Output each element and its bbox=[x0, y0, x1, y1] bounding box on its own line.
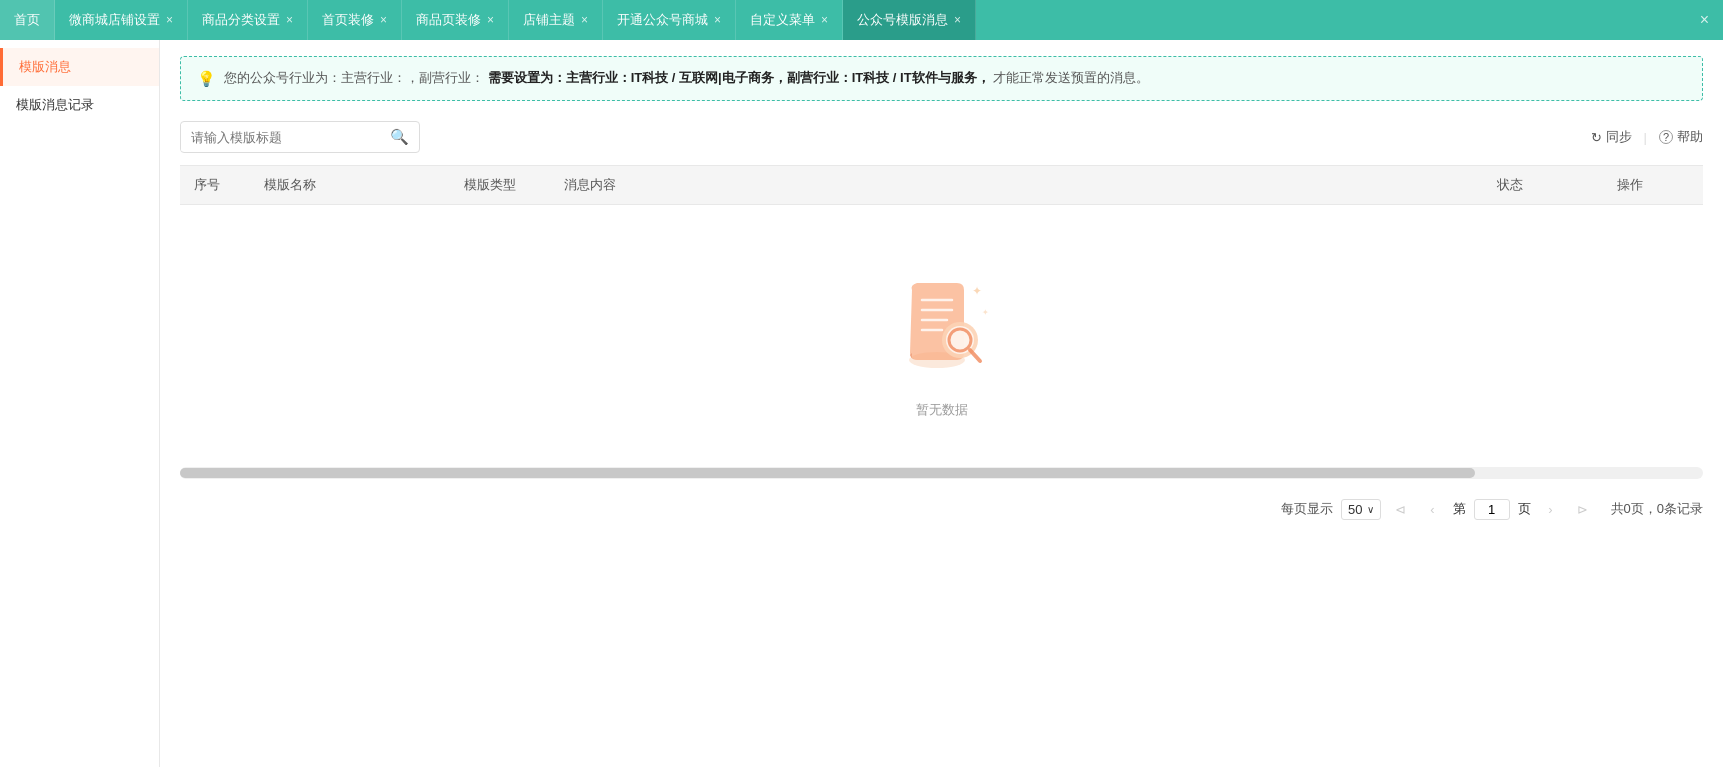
nav-tab-template-msg-label: 公众号模版消息 bbox=[857, 11, 948, 29]
svg-line-8 bbox=[970, 350, 980, 361]
col-header-content: 消息内容 bbox=[550, 166, 1483, 205]
page-prefix: 第 bbox=[1453, 500, 1466, 518]
main-layout: 模版消息 模版消息记录 💡 您的公众号行业为：主营行业：，副营行业： 需要设置为… bbox=[0, 40, 1723, 767]
nav-tab-home-decor-close[interactable]: × bbox=[380, 13, 387, 27]
nav-tab-shop-settings-label: 微商城店铺设置 bbox=[69, 11, 160, 29]
sidebar-item-template-msg[interactable]: 模版消息 bbox=[0, 48, 159, 86]
nav-tab-category-settings-close[interactable]: × bbox=[286, 13, 293, 27]
notice-suffix: 才能正常发送预置的消息。 bbox=[993, 70, 1149, 85]
pagination-total: 共0页，0条记录 bbox=[1611, 500, 1703, 518]
sidebar-item-template-msg-label: 模版消息 bbox=[19, 59, 71, 74]
sync-button[interactable]: ↻ 同步 bbox=[1591, 128, 1632, 146]
sync-label: 同步 bbox=[1606, 128, 1632, 146]
page-size-value: 50 bbox=[1348, 502, 1362, 517]
current-page-input[interactable] bbox=[1474, 499, 1510, 520]
nav-tab-category-settings-label: 商品分类设置 bbox=[202, 11, 280, 29]
notice-icon: 💡 bbox=[197, 70, 216, 88]
notice-highlight: 需要设置为：主营行业：IT科技 / 互联网|电子商务，副营行业：IT科技 / I… bbox=[488, 70, 990, 85]
toolbar-right: ↻ 同步 | ? 帮助 bbox=[1591, 128, 1703, 146]
notice-banner: 💡 您的公众号行业为：主营行业：，副营行业： 需要设置为：主营行业：IT科技 /… bbox=[180, 56, 1703, 101]
horizontal-scrollbar[interactable] bbox=[180, 467, 1703, 479]
notice-text: 您的公众号行业为：主营行业：，副营行业： 需要设置为：主营行业：IT科技 / 互… bbox=[224, 69, 1149, 87]
nav-tab-home-decor-label: 首页装修 bbox=[322, 11, 374, 29]
col-header-seq: 序号 bbox=[180, 166, 250, 205]
nav-tab-template-msg[interactable]: 公众号模版消息 × bbox=[843, 0, 976, 40]
help-label: 帮助 bbox=[1677, 128, 1703, 146]
nav-tab-open-mall-close[interactable]: × bbox=[714, 13, 721, 27]
empty-text: 暂无数据 bbox=[916, 401, 968, 419]
nav-tab-shop-settings[interactable]: 微商城店铺设置 × bbox=[55, 0, 188, 40]
next-page-button[interactable]: › bbox=[1539, 497, 1563, 521]
col-header-type: 模版类型 bbox=[450, 166, 550, 205]
empty-state-row: ✦ ✦ 暂无数据 bbox=[180, 205, 1703, 460]
nav-tab-home-label: 首页 bbox=[14, 11, 40, 29]
empty-state: ✦ ✦ 暂无数据 bbox=[180, 205, 1703, 459]
page-size-label: 每页显示 bbox=[1281, 500, 1333, 518]
nav-tab-category-settings[interactable]: 商品分类设置 × bbox=[188, 0, 308, 40]
page-size-select[interactable]: 50 ∨ bbox=[1341, 499, 1380, 520]
notice-prefix: 您的公众号行业为：主营行业：，副营行业： bbox=[224, 70, 484, 85]
col-header-name: 模版名称 bbox=[250, 166, 450, 205]
nav-tab-product-decor[interactable]: 商品页装修 × bbox=[402, 0, 509, 40]
empty-state-icon: ✦ ✦ bbox=[882, 265, 1002, 385]
nav-tab-store-theme-label: 店铺主题 bbox=[523, 11, 575, 29]
nav-tab-custom-menu-close[interactable]: × bbox=[821, 13, 828, 27]
nav-tab-product-decor-close[interactable]: × bbox=[487, 13, 494, 27]
nav-tab-store-theme[interactable]: 店铺主题 × bbox=[509, 0, 603, 40]
nav-tab-custom-menu[interactable]: 自定义菜单 × bbox=[736, 0, 843, 40]
prev-page-button[interactable]: ‹ bbox=[1421, 497, 1445, 521]
svg-text:✦: ✦ bbox=[982, 308, 989, 317]
content-area: 💡 您的公众号行业为：主营行业：，副营行业： 需要设置为：主营行业：IT科技 /… bbox=[160, 40, 1723, 767]
nav-tab-home-decor[interactable]: 首页装修 × bbox=[308, 0, 402, 40]
page-unit: 页 bbox=[1518, 500, 1531, 518]
search-bar: 🔍 ↻ 同步 | ? 帮助 bbox=[180, 121, 1703, 153]
sidebar: 模版消息 模版消息记录 bbox=[0, 40, 160, 767]
sidebar-item-template-msg-record-label: 模版消息记录 bbox=[16, 97, 94, 112]
help-button[interactable]: ? 帮助 bbox=[1659, 128, 1703, 146]
nav-tab-open-mall-label: 开通公众号商城 bbox=[617, 11, 708, 29]
first-page-button[interactable]: ⊲ bbox=[1389, 497, 1413, 521]
toolbar-divider: | bbox=[1644, 130, 1647, 145]
sync-icon: ↻ bbox=[1591, 130, 1602, 145]
search-input[interactable] bbox=[181, 124, 380, 151]
nav-tab-template-msg-close[interactable]: × bbox=[954, 13, 961, 27]
search-input-wrap: 🔍 bbox=[180, 121, 420, 153]
scrollbar-thumb[interactable] bbox=[180, 468, 1475, 478]
sidebar-item-template-msg-record[interactable]: 模版消息记录 bbox=[0, 86, 159, 124]
search-button[interactable]: 🔍 bbox=[380, 122, 419, 152]
nav-tab-custom-menu-label: 自定义菜单 bbox=[750, 11, 815, 29]
help-icon: ? bbox=[1659, 130, 1673, 144]
pagination: 每页显示 50 ∨ ⊲ ‹ 第 页 › ⊳ 共0页，0条记录 bbox=[180, 487, 1703, 521]
svg-text:✦: ✦ bbox=[972, 284, 982, 298]
table-header-row: 序号 模版名称 模版类型 消息内容 状态 操作 bbox=[180, 166, 1703, 205]
chevron-down-icon: ∨ bbox=[1367, 504, 1374, 515]
data-table: 序号 模版名称 模版类型 消息内容 状态 操作 bbox=[180, 165, 1703, 459]
top-nav: 首页 微商城店铺设置 × 商品分类设置 × 首页装修 × 商品页装修 × 店铺主… bbox=[0, 0, 1723, 40]
nav-tab-open-mall[interactable]: 开通公众号商城 × bbox=[603, 0, 736, 40]
nav-tab-home[interactable]: 首页 bbox=[0, 0, 55, 40]
close-all-button[interactable]: × bbox=[1686, 11, 1723, 29]
nav-tab-shop-settings-close[interactable]: × bbox=[166, 13, 173, 27]
nav-tab-store-theme-close[interactable]: × bbox=[581, 13, 588, 27]
col-header-action: 操作 bbox=[1603, 166, 1703, 205]
nav-tab-product-decor-label: 商品页装修 bbox=[416, 11, 481, 29]
last-page-button[interactable]: ⊳ bbox=[1571, 497, 1595, 521]
col-header-status: 状态 bbox=[1483, 166, 1603, 205]
